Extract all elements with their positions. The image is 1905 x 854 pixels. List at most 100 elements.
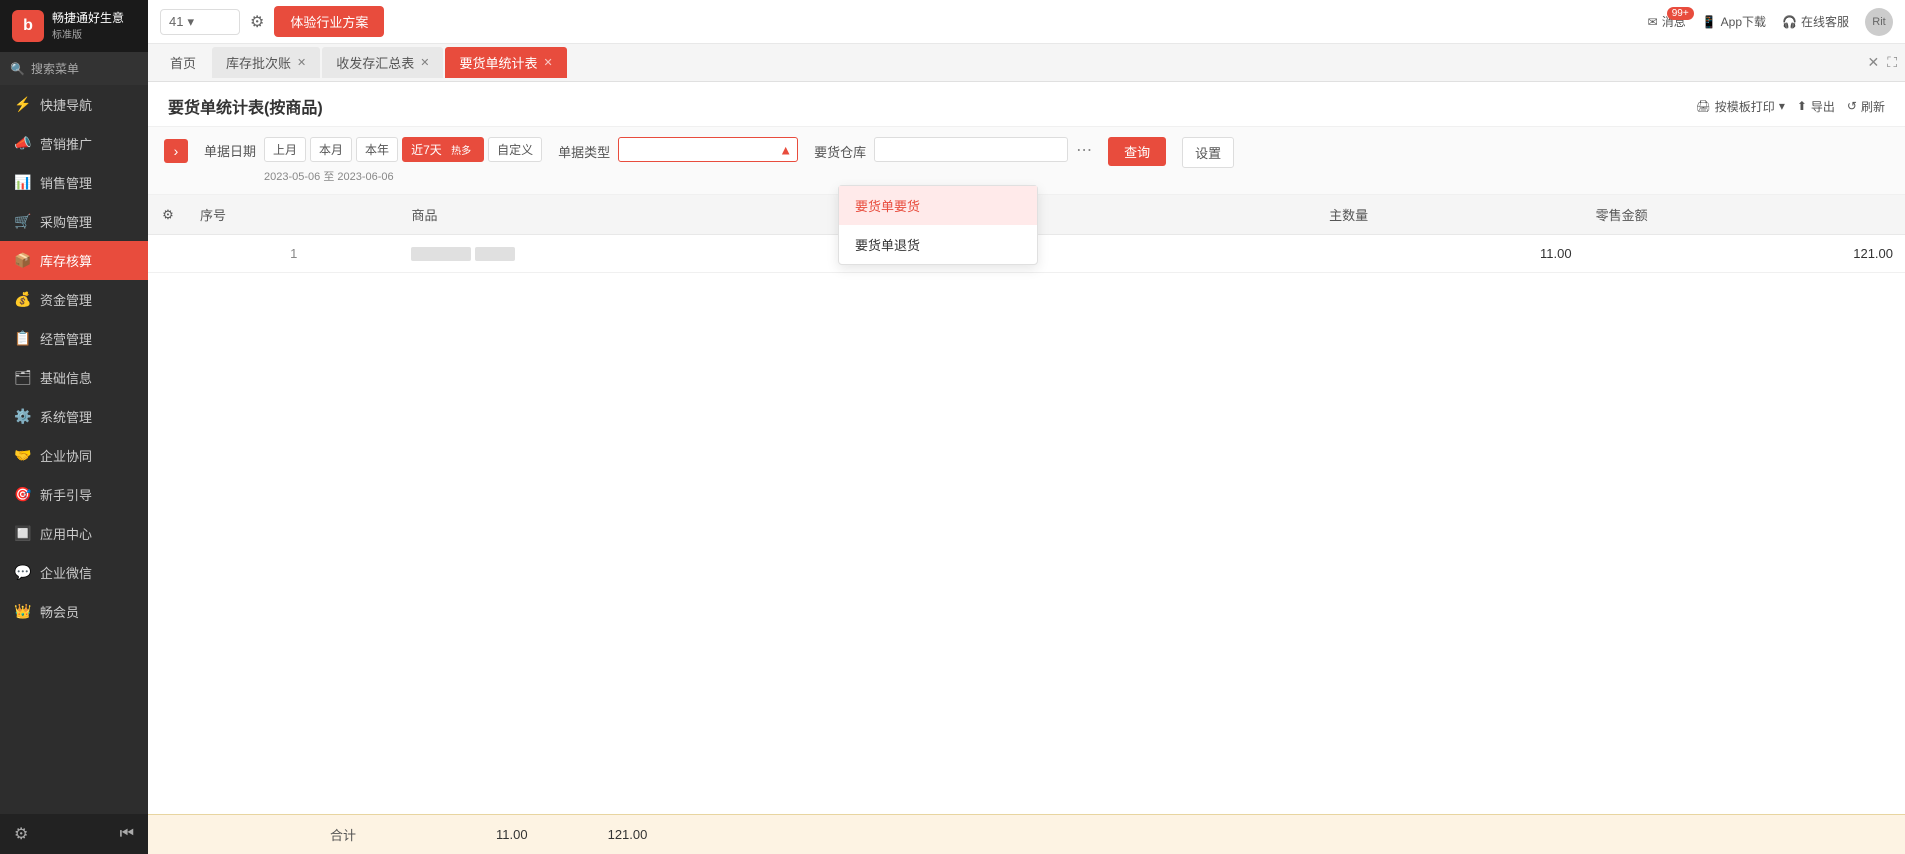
header-app-download[interactable]: 📱 App下载	[1702, 13, 1766, 30]
sidebar-item-purchase[interactable]: 🛒 采购管理	[0, 202, 148, 241]
chevron-down-icon: ▾	[187, 14, 194, 30]
tab-order-stats[interactable]: 要货单统计表 ✕	[445, 47, 566, 78]
sidebar-item-label: 库存核算	[40, 251, 92, 270]
date-btn-last-month[interactable]: 上月	[264, 137, 306, 162]
sidebar: b 畅捷通好生意 标准版 🔍 搜索菜单 ⚡ 快捷导航 📣 营销推广 📊 销售管理…	[0, 0, 148, 854]
type-dropdown: 要货单要货 要货单退货	[838, 185, 1038, 265]
th-settings[interactable]: ⚙	[148, 195, 188, 235]
header-messages[interactable]: ✉ 消息 99+	[1648, 13, 1686, 30]
chevron-down-icon: ▾	[1779, 99, 1785, 113]
td-quantity: 11.00	[1317, 235, 1583, 273]
type-select[interactable]	[618, 137, 798, 162]
tab-home-label: 首页	[170, 53, 196, 72]
sidebar-item-wechat[interactable]: 💬 企业微信	[0, 553, 148, 592]
dropdown-item-order[interactable]: 要货单要货	[839, 186, 1037, 225]
messages-badge: 99+	[1667, 7, 1694, 20]
guide-icon: 🎯	[14, 486, 32, 504]
sidebar-item-enterprise[interactable]: 🤝 企业协同	[0, 436, 148, 475]
header-settings-icon[interactable]: ⚙	[250, 12, 264, 32]
page-body: 要货单统计表(按商品) 🖨 按模板打印 ▾ ⬆ 导出 ↺ 刷新 ›	[148, 82, 1905, 854]
dropdown-item-return[interactable]: 要货单退货	[839, 225, 1037, 264]
tab-maximize-btn[interactable]: ⛶	[1887, 54, 1897, 71]
member-icon: 👑	[14, 603, 32, 621]
tab-home[interactable]: 首页	[156, 47, 210, 78]
app-download-label: App下载	[1721, 13, 1766, 30]
tab-inventory-batch-label: 库存批次账	[226, 53, 291, 72]
try-industry-btn[interactable]: 体验行业方案	[274, 6, 384, 37]
filter-more-btn[interactable]: ⋯	[1076, 140, 1092, 160]
user-name: Rit	[1872, 16, 1885, 28]
sidebar-item-marketing[interactable]: 📣 营销推广	[0, 124, 148, 163]
footer-quantity: 11.00	[496, 827, 528, 842]
date-btn-7days[interactable]: 近7天 热多	[402, 137, 484, 162]
tab-receive-summary-close[interactable]: ✕	[420, 56, 429, 69]
td-amount: 121.00	[1584, 235, 1905, 273]
sidebar-item-inventory[interactable]: 📦 库存核算	[0, 241, 148, 280]
app-name: 畅捷通好生意	[52, 11, 124, 27]
sidebar-bottom: ⚙ ⏮	[0, 814, 148, 854]
filter-expand-btn[interactable]: ›	[164, 139, 188, 163]
sidebar-item-label: 应用中心	[40, 524, 92, 543]
print-btn[interactable]: 🖨 按模板打印 ▾	[1696, 98, 1785, 115]
td-row-check	[148, 235, 188, 273]
refresh-btn[interactable]: ↺ 刷新	[1847, 98, 1885, 115]
refresh-label: 刷新	[1861, 98, 1885, 115]
tab-close-all-btn[interactable]: ✕	[1867, 54, 1879, 71]
operation-icon: 📋	[14, 330, 32, 348]
message-icon: ✉	[1648, 15, 1658, 29]
tab-inventory-batch-close[interactable]: ✕	[297, 56, 306, 69]
warehouse-filter-label: 要货仓库	[814, 138, 866, 161]
sidebar-item-guide[interactable]: 🎯 新手引导	[0, 475, 148, 514]
date-btn-custom[interactable]: 自定义	[488, 137, 542, 162]
app-sub: 标准版	[52, 26, 124, 41]
refresh-icon: ↺	[1847, 99, 1857, 113]
sidebar-item-basic[interactable]: 🗂 基础信息	[0, 358, 148, 397]
th-index: 序号	[188, 195, 399, 235]
purchase-icon: 🛒	[14, 213, 32, 231]
date-btn-this-month[interactable]: 本月	[310, 137, 352, 162]
enterprise-icon: 🤝	[14, 447, 32, 465]
th-quantity: 主数量	[1317, 195, 1583, 235]
date-range-text: 2023-05-06 至 2023-06-06	[264, 168, 542, 184]
export-label: 导出	[1811, 98, 1835, 115]
headset-icon: 🎧	[1782, 15, 1797, 29]
sales-icon: 📊	[14, 174, 32, 192]
sidebar-item-system[interactable]: ⚙️ 系统管理	[0, 397, 148, 436]
tab-receive-summary[interactable]: 收发存汇总表 ✕	[322, 47, 443, 78]
sidebar-settings-btn[interactable]: ⚙	[14, 824, 28, 844]
date-btn-this-year[interactable]: 本年	[356, 137, 398, 162]
sidebar-item-operation[interactable]: 📋 经营管理	[0, 319, 148, 358]
td-index: 1	[188, 235, 399, 273]
page-actions: 🖨 按模板打印 ▾ ⬆ 导出 ↺ 刷新	[1696, 98, 1885, 115]
company-select[interactable]: 41 ▾	[160, 9, 240, 35]
sidebar-item-finance[interactable]: 💰 资金管理	[0, 280, 148, 319]
sidebar-item-appstore[interactable]: 🔲 应用中心	[0, 514, 148, 553]
basic-icon: 🗂	[14, 369, 32, 387]
sidebar-item-member[interactable]: 👑 畅会员	[0, 592, 148, 631]
warehouse-input[interactable]	[874, 137, 1068, 162]
tab-order-stats-close[interactable]: ✕	[544, 56, 553, 69]
sidebar-search-btn[interactable]: 🔍 搜索菜单	[0, 52, 148, 85]
top-header: 41 ▾ ⚙ 体验行业方案 ✉ 消息 99+ 📱 App下载 🎧 在线客服 Ri…	[148, 0, 1905, 44]
sidebar-item-label: 畅会员	[40, 602, 79, 621]
date-buttons: 上月 本月 本年 近7天 热多 自定义	[264, 137, 542, 162]
phone-icon: 📱	[1702, 15, 1717, 29]
marketing-icon: 📣	[14, 135, 32, 153]
user-avatar[interactable]: Rit	[1865, 8, 1893, 36]
date-filter-label: 单据日期	[204, 137, 256, 160]
sidebar-collapse-btn[interactable]: ⏮	[120, 825, 134, 843]
sidebar-item-sales[interactable]: 📊 销售管理	[0, 163, 148, 202]
filter-settings-btn[interactable]: 设置	[1182, 137, 1234, 168]
finance-icon: 💰	[14, 291, 32, 309]
warehouse-filter-group: 要货仓库 ⋯	[814, 137, 1092, 162]
sidebar-item-label: 经营管理	[40, 329, 92, 348]
date-options: 上月 本月 本年 近7天 热多 自定义 2023-05-06 至 2023-06…	[264, 137, 542, 184]
sidebar-item-label: 企业协同	[40, 446, 92, 465]
header-service[interactable]: 🎧 在线客服	[1782, 13, 1849, 30]
sidebar-item-quick-nav[interactable]: ⚡ 快捷导航	[0, 85, 148, 124]
sidebar-search-label: 搜索菜单	[31, 60, 79, 77]
print-label: 按模板打印	[1715, 98, 1775, 115]
query-btn[interactable]: 查询	[1108, 137, 1166, 166]
tab-inventory-batch[interactable]: 库存批次账 ✕	[212, 47, 320, 78]
export-btn[interactable]: ⬆ 导出	[1797, 98, 1835, 115]
